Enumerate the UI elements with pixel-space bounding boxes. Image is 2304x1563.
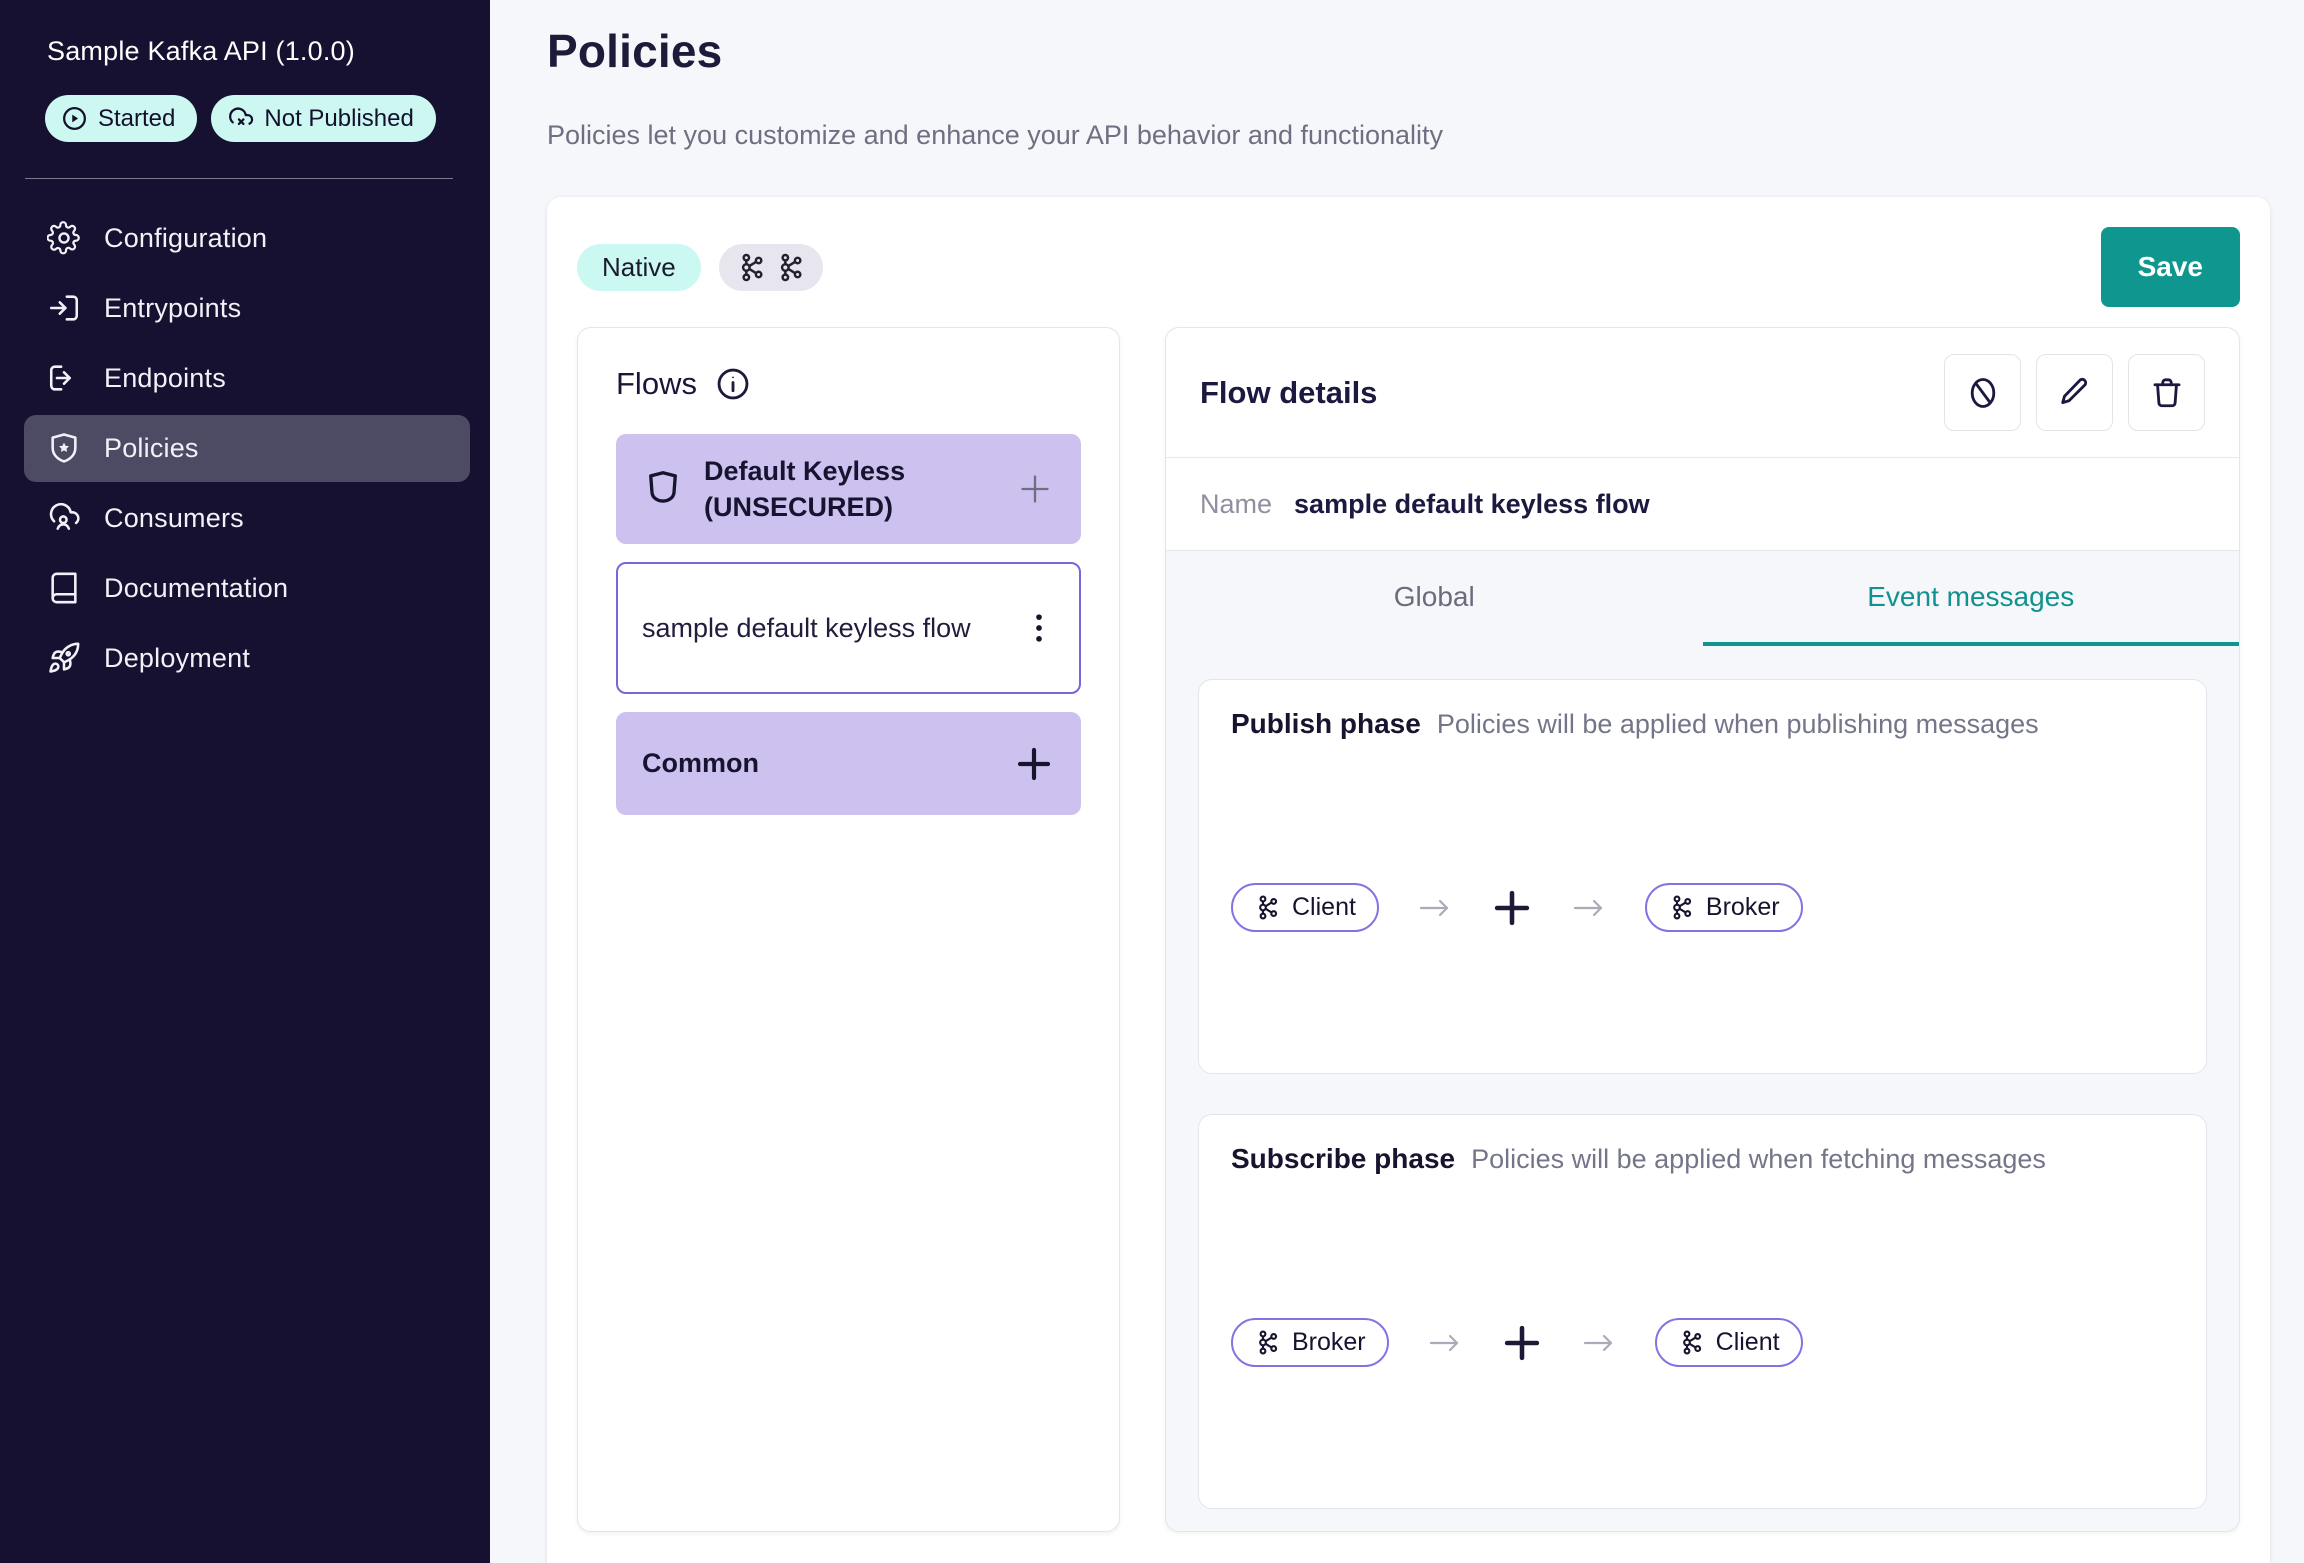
sidebar-divider xyxy=(25,178,453,179)
api-title: Sample Kafka API (1.0.0) xyxy=(24,36,470,67)
connector-chip-broker: Broker xyxy=(1231,1318,1389,1367)
kafka-icon xyxy=(1678,1329,1705,1356)
kebab-menu-icon[interactable] xyxy=(1019,606,1059,650)
policies-card: Native Save Flows xyxy=(547,197,2270,1563)
flows-title: Flows xyxy=(616,366,697,402)
flow-plan-label: Common xyxy=(642,745,759,781)
sidebar-item-label: Policies xyxy=(104,433,199,464)
tab-event-messages[interactable]: Event messages xyxy=(1703,551,2240,646)
arrow-right-icon xyxy=(1571,895,1607,921)
flow-plan-label: Default Keyless (UNSECURED) xyxy=(704,453,964,526)
connector-chip xyxy=(719,244,823,291)
arrow-right-icon xyxy=(1581,1330,1617,1356)
policy-chain: Broker xyxy=(1231,1318,2174,1367)
connector-chip-broker: Broker xyxy=(1645,883,1803,932)
phase-subtitle: Policies will be applied when publishing… xyxy=(1437,709,2039,740)
card-header: Native Save xyxy=(577,227,2240,307)
sidebar-item-label: Endpoints xyxy=(104,363,226,394)
delete-flow-button[interactable] xyxy=(2128,354,2205,431)
sidebar-nav: Configuration Entrypoints Endpoints Poli… xyxy=(24,203,470,693)
exit-arrow-icon xyxy=(47,361,81,395)
sidebar-item-deployment[interactable]: Deployment xyxy=(24,625,470,692)
entry-arrow-icon xyxy=(47,291,81,325)
info-icon[interactable] xyxy=(715,366,751,402)
kafka-icon xyxy=(736,252,767,283)
main-content: Policies Policies let you customize and … xyxy=(490,0,2304,1563)
disable-flow-button[interactable] xyxy=(1944,354,2021,431)
status-badge-label: Not Published xyxy=(264,105,413,133)
sidebar-item-label: Entrypoints xyxy=(104,293,241,324)
flow-item-selected[interactable]: sample default keyless flow xyxy=(616,562,1081,694)
kafka-icon xyxy=(1254,894,1281,921)
rocket-icon xyxy=(47,641,81,675)
panels: Flows Default Keyless (UNSECURED) xyxy=(577,327,2240,1532)
name-label: Name xyxy=(1200,489,1272,520)
save-button[interactable]: Save xyxy=(2101,227,2240,307)
add-flow-icon[interactable] xyxy=(1015,469,1055,509)
kafka-icon xyxy=(775,252,806,283)
sidebar: Sample Kafka API (1.0.0) Started Not Pub… xyxy=(0,0,490,1563)
arrow-right-icon xyxy=(1417,895,1453,921)
publish-phase-card: Publish phase Policies will be applied w… xyxy=(1198,679,2207,1074)
add-flow-icon[interactable] xyxy=(1013,743,1055,785)
phase-title: Publish phase xyxy=(1231,708,1421,740)
sidebar-item-policies[interactable]: Policies xyxy=(24,415,470,482)
book-icon xyxy=(47,571,81,605)
sidebar-item-documentation[interactable]: Documentation xyxy=(24,555,470,622)
status-badge-not-published: Not Published xyxy=(211,95,435,142)
shield-star-icon xyxy=(47,431,81,465)
page-title: Policies xyxy=(547,24,2270,78)
play-circle-icon xyxy=(61,105,88,132)
flows-panel: Flows Default Keyless (UNSECURED) xyxy=(577,327,1120,1532)
cloud-user-icon xyxy=(47,501,81,535)
flow-plan-default-keyless[interactable]: Default Keyless (UNSECURED) xyxy=(616,434,1081,544)
tab-global[interactable]: Global xyxy=(1166,551,1703,646)
edit-flow-button[interactable] xyxy=(2036,354,2113,431)
name-value: sample default keyless flow xyxy=(1294,489,1650,520)
phase-title: Subscribe phase xyxy=(1231,1143,1455,1175)
sidebar-item-consumers[interactable]: Consumers xyxy=(24,485,470,552)
flow-actions xyxy=(1944,354,2205,431)
arrow-right-icon xyxy=(1427,1330,1463,1356)
sidebar-item-label: Configuration xyxy=(104,223,267,254)
trash-icon xyxy=(2149,375,2185,411)
flow-details-tabs: Global Event messages xyxy=(1166,551,2239,646)
cloud-x-icon xyxy=(227,105,254,132)
status-badges: Started Not Published xyxy=(24,95,470,142)
pencil-icon xyxy=(2057,375,2093,411)
shield-icon xyxy=(642,467,684,511)
add-policy-button[interactable] xyxy=(1491,887,1533,929)
sidebar-item-label: Deployment xyxy=(104,643,250,674)
flow-details-header: Flow details xyxy=(1166,328,2239,458)
flow-details-panel: Flow details xyxy=(1165,327,2240,1532)
connector-chip-client: Client xyxy=(1655,1318,1803,1367)
ban-icon xyxy=(1965,375,2001,411)
kafka-icon xyxy=(1254,1329,1281,1356)
sidebar-item-label: Documentation xyxy=(104,573,288,604)
flows-title-row: Flows xyxy=(616,366,1081,402)
policy-chain: Client xyxy=(1231,883,2174,932)
kafka-icon xyxy=(1668,894,1695,921)
flow-plan-common[interactable]: Common xyxy=(616,712,1081,815)
gear-icon xyxy=(47,221,81,255)
add-policy-button[interactable] xyxy=(1501,1322,1543,1364)
subscribe-phase-card: Subscribe phase Policies will be applied… xyxy=(1198,1114,2207,1509)
status-badge-label: Started xyxy=(98,105,175,133)
flow-list: Default Keyless (UNSECURED) sample defau… xyxy=(616,434,1081,815)
phase-area: Publish phase Policies will be applied w… xyxy=(1166,646,2239,1531)
flow-item-label: sample default keyless flow xyxy=(642,613,971,644)
sidebar-item-endpoints[interactable]: Endpoints xyxy=(24,345,470,412)
flow-details-title: Flow details xyxy=(1200,375,1377,411)
card-header-badges: Native xyxy=(577,244,823,291)
phase-subtitle: Policies will be applied when fetching m… xyxy=(1471,1144,2046,1175)
native-badge: Native xyxy=(577,244,701,291)
sidebar-item-label: Consumers xyxy=(104,503,244,534)
sidebar-item-configuration[interactable]: Configuration xyxy=(24,205,470,272)
flow-name-row: Name sample default keyless flow xyxy=(1166,458,2239,551)
sidebar-item-entrypoints[interactable]: Entrypoints xyxy=(24,275,470,342)
status-badge-started: Started xyxy=(45,95,197,142)
connector-chip-client: Client xyxy=(1231,883,1379,932)
page-subtitle: Policies let you customize and enhance y… xyxy=(547,120,2270,151)
